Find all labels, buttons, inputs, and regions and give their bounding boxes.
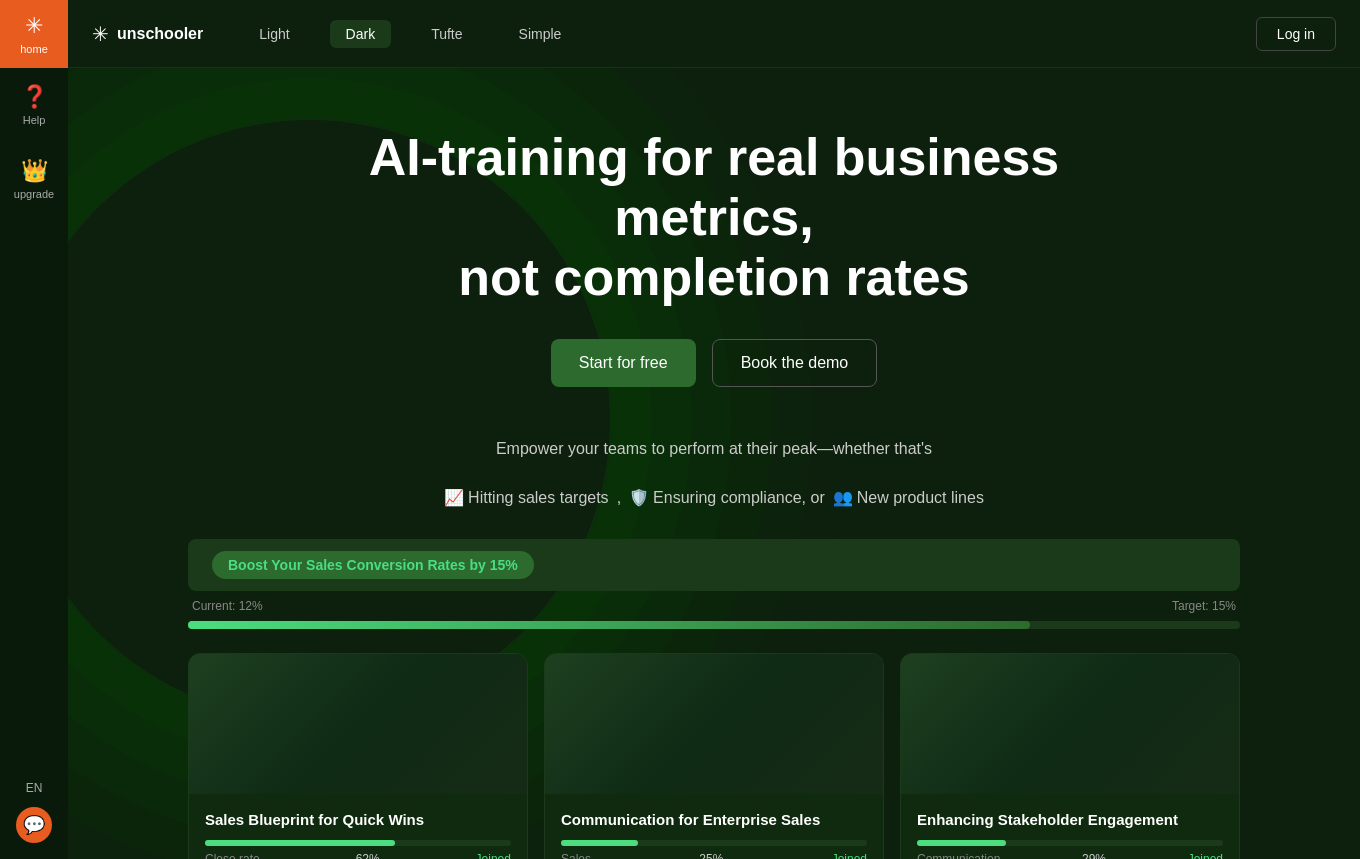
progress-bar-fill	[188, 621, 1030, 629]
card-title-2: Communication for Enterprise Sales	[561, 810, 867, 830]
card-progress-fill-3	[917, 840, 1006, 846]
card-body-3: Enhancing Stakeholder Engagement Communi…	[901, 794, 1239, 859]
cards-section: Sales Blueprint for Quick Wins Close rat…	[68, 653, 1360, 859]
sidebar-help-label: Help	[23, 114, 46, 126]
card-title-3: Enhancing Stakeholder Engagement	[917, 810, 1223, 830]
nav-simple-button[interactable]: Simple	[503, 20, 578, 48]
feature-compliance: 🛡️ Ensuring compliance, or	[629, 488, 825, 507]
hero-tagline: Empower your teams to perform at their p…	[496, 435, 932, 464]
card-meta-label-1: Close rate	[205, 852, 260, 859]
people-icon: 👥	[833, 488, 853, 507]
card-meta-1: Close rate 62% Joined	[205, 852, 511, 859]
card-meta-2: Sales 25% Joined	[561, 852, 867, 859]
login-button[interactable]: Log in	[1256, 17, 1336, 51]
main-content: ✳ unschooler Light Dark Tufte Simple Log…	[68, 0, 1360, 859]
progress-section: Boost Your Sales Conversion Rates by 15%…	[68, 539, 1360, 637]
feature-sales: 📈 Hitting sales targets	[444, 488, 609, 507]
hero-buttons: Start for free Book the demo	[551, 339, 878, 387]
sidebar-home[interactable]: ✳ home	[0, 0, 68, 68]
card-image-1	[189, 654, 527, 794]
help-icon: ❓	[21, 84, 48, 110]
card-meta-label-3: Communication	[917, 852, 1000, 859]
course-card-3: Enhancing Stakeholder Engagement Communi…	[900, 653, 1240, 859]
hero-section: AI-training for real business metrics, n…	[68, 68, 1360, 859]
star-icon: ✳	[25, 13, 43, 39]
upgrade-icon: 👑	[21, 158, 48, 184]
logo-star-icon: ✳	[92, 22, 109, 46]
card-progress-bar-3	[917, 840, 1223, 846]
course-card-2: Communication for Enterprise Sales Sales…	[544, 653, 884, 859]
hero-features: 📈 Hitting sales targets , 🛡️ Ensuring co…	[444, 488, 984, 507]
card-image-3	[901, 654, 1239, 794]
logo-text: unschooler	[117, 25, 203, 43]
hero-title: AI-training for real business metrics, n…	[264, 128, 1164, 307]
progress-current-label: Current: 12%	[192, 599, 263, 613]
card-joined-3: Joined	[1188, 852, 1223, 859]
card-meta-3: Communication 29% Joined	[917, 852, 1223, 859]
hero-title-line2: not completion rates	[458, 248, 969, 306]
progress-target-label: Target: 15%	[1172, 599, 1236, 613]
start-free-button[interactable]: Start for free	[551, 339, 696, 387]
card-image-2	[545, 654, 883, 794]
card-progress-fill-2	[561, 840, 638, 846]
shield-icon: 🛡️	[629, 488, 649, 507]
nav-dark-button[interactable]: Dark	[330, 20, 392, 48]
feature-separator-1: ,	[617, 489, 621, 507]
card-pct-1: 62%	[356, 852, 380, 859]
card-body-1: Sales Blueprint for Quick Wins Close rat…	[189, 794, 527, 859]
sidebar-lang: EN	[26, 781, 43, 795]
course-card-1: Sales Blueprint for Quick Wins Close rat…	[188, 653, 528, 859]
chat-icon: 💬	[23, 814, 45, 836]
card-joined-2: Joined	[832, 852, 867, 859]
sidebar: ✳ home ❓ Help 👑 upgrade EN 💬	[0, 0, 68, 859]
hero-content: AI-training for real business metrics, n…	[68, 68, 1360, 859]
header: ✳ unschooler Light Dark Tufte Simple Log…	[68, 0, 1360, 68]
card-title-1: Sales Blueprint for Quick Wins	[205, 810, 511, 830]
progress-pill: Boost Your Sales Conversion Rates by 15%	[212, 551, 534, 579]
progress-headline: Boost Your Sales Conversion Rates by 15%	[188, 539, 1240, 591]
card-pct-2: 25%	[699, 852, 723, 859]
hero-title-line1: AI-training for real business metrics,	[369, 128, 1060, 246]
sidebar-home-label: home	[20, 43, 48, 55]
nav-tufte-button[interactable]: Tufte	[415, 20, 478, 48]
sidebar-chat-button[interactable]: 💬	[16, 807, 52, 843]
nav-light-button[interactable]: Light	[243, 20, 305, 48]
feature-sales-text: Hitting sales targets	[468, 489, 609, 507]
logo: ✳ unschooler	[92, 22, 203, 46]
card-joined-1: Joined	[476, 852, 511, 859]
card-progress-bar-1	[205, 840, 511, 846]
feature-compliance-text: Ensuring compliance, or	[653, 489, 825, 507]
feature-products-text: New product lines	[857, 489, 984, 507]
progress-labels: Current: 12% Target: 15%	[188, 599, 1240, 613]
progress-bar-track	[188, 621, 1240, 629]
card-body-2: Communication for Enterprise Sales Sales…	[545, 794, 883, 859]
card-meta-label-2: Sales	[561, 852, 591, 859]
sidebar-bottom: EN 💬	[16, 781, 52, 859]
card-progress-fill-1	[205, 840, 395, 846]
sidebar-upgrade-label: upgrade	[14, 188, 54, 200]
card-progress-bar-2	[561, 840, 867, 846]
sidebar-upgrade[interactable]: 👑 upgrade	[14, 142, 54, 216]
feature-products: 👥 New product lines	[833, 488, 984, 507]
book-demo-button[interactable]: Book the demo	[712, 339, 878, 387]
sidebar-help[interactable]: ❓ Help	[21, 68, 48, 142]
card-pct-3: 29%	[1082, 852, 1106, 859]
chart-icon: 📈	[444, 488, 464, 507]
